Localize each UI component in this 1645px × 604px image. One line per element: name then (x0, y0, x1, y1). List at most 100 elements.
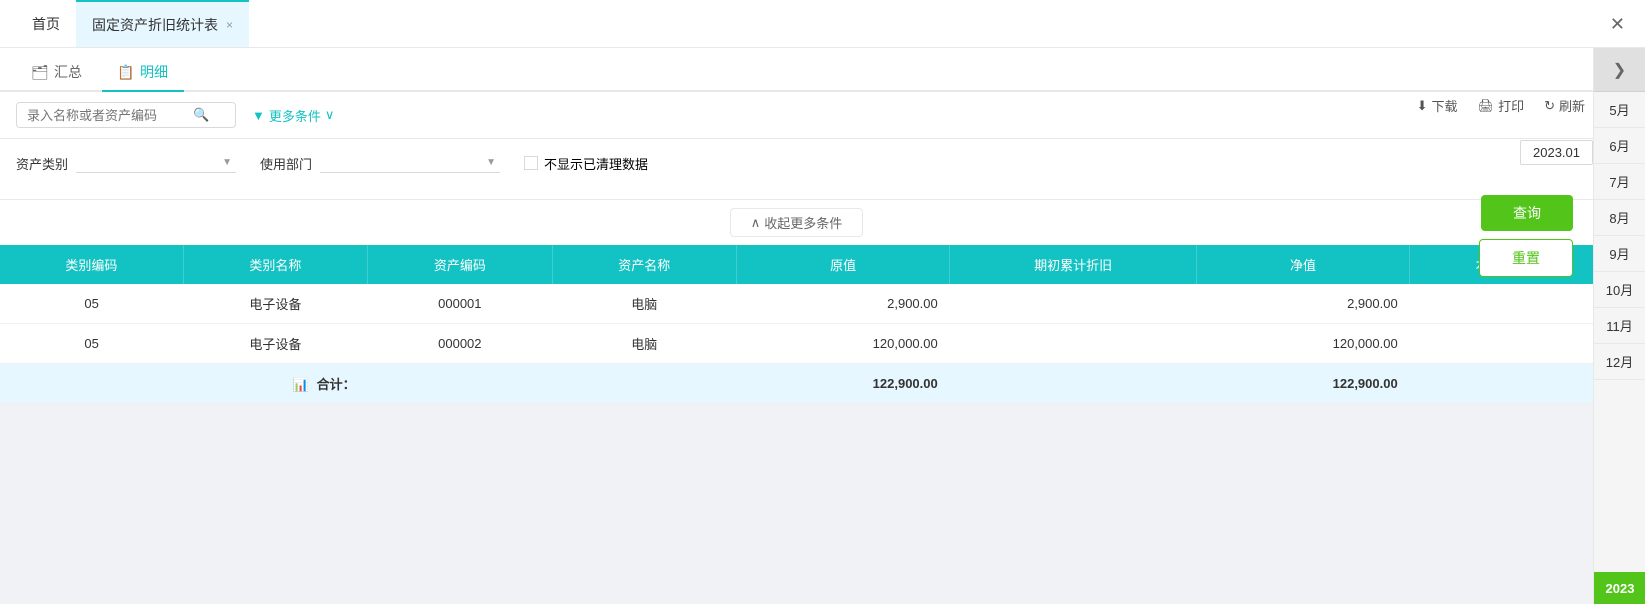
row2-original-value: 120,000.00 (736, 324, 949, 364)
print-label: 打印 (1498, 96, 1524, 115)
row1-net-value: 2,900.00 (1196, 284, 1409, 324)
more-conditions-button[interactable]: ▼ 更多条件 ∨ (252, 106, 334, 125)
asset-category-select[interactable]: ▼ (76, 153, 236, 173)
total-icon-symbol: 📊 (293, 377, 309, 392)
collapse-button[interactable]: ∧ 收起更多条件 (730, 208, 864, 237)
list-icon: 📋 (118, 64, 134, 80)
tab-close-icon[interactable]: × (226, 18, 233, 32)
table-header: 类别编码 类别名称 资产编码 资产名称 原值 期初累计折旧 净值 本期计提 (0, 245, 1593, 284)
search-input[interactable] (27, 108, 187, 123)
sidebar-month-12[interactable]: 12月 (1594, 344, 1645, 380)
print-button[interactable]: 🖨 打印 (1478, 96, 1525, 115)
total-empty1 (368, 364, 552, 404)
asset-category-arrow: ▼ (222, 157, 232, 168)
row2-asset-name: 电脑 (552, 324, 736, 364)
row1-accumulated-depreciation (950, 284, 1197, 324)
month-8-label: 8月 (1609, 208, 1629, 227)
tab-detail[interactable]: 📋 明细 (102, 54, 184, 92)
col-net-value: 净值 (1196, 245, 1409, 284)
home-tab[interactable]: 首页 (16, 0, 76, 47)
top-nav: 首页 固定资产折旧统计表 × ✕ (0, 0, 1645, 48)
row2-category-name: 电子设备 (183, 324, 367, 364)
tab-summary-label: 汇总 (54, 62, 82, 82)
fixed-assets-tab[interactable]: 固定资产折旧统计表 × (76, 0, 249, 47)
download-icon: ⬇ (1417, 98, 1428, 114)
row1-category-name: 电子设备 (183, 284, 367, 324)
reset-button[interactable]: 重置 (1479, 239, 1573, 277)
col-category-code: 类别编码 (0, 245, 183, 284)
month-5-label: 5月 (1609, 100, 1629, 119)
sidebar-month-5[interactable]: 5月 (1594, 92, 1645, 128)
row1-asset-name: 电脑 (552, 284, 736, 324)
col-asset-code: 资产编码 (368, 245, 552, 284)
row1-asset-code: 000001 (368, 284, 552, 324)
month-9-label: 9月 (1609, 244, 1629, 263)
table-row: 05 电子设备 000001 电脑 2,900.00 2,900.00 (0, 284, 1593, 324)
refresh-label: 刷新 (1559, 96, 1585, 115)
department-select[interactable]: ▼ (320, 153, 500, 173)
row1-current-depreciation (1410, 284, 1593, 324)
sidebar-month-10[interactable]: 10月 (1594, 272, 1645, 308)
refresh-button[interactable]: ↻ 刷新 (1544, 96, 1585, 115)
filter-section: 资产类别 ▼ 使用部门 ▼ 不显示已清理数据 (0, 139, 1593, 200)
month-7-label: 7月 (1609, 172, 1629, 191)
collapse-icon: ∧ (751, 215, 761, 231)
collapse-label: 收起更多条件 (764, 213, 842, 232)
query-button[interactable]: 查询 (1481, 195, 1573, 231)
right-sidebar: ❯ 5月 6月 7月 8月 9月 10月 11月 12月 2023 (1593, 48, 1645, 604)
more-conditions-label: 更多条件 (269, 106, 321, 125)
tab-title: 固定资产折旧统计表 (92, 15, 218, 35)
search-icon: 🔍 (193, 107, 209, 123)
sidebar-expand-button[interactable]: ❯ (1594, 48, 1645, 92)
month-11-label: 11月 (1606, 316, 1633, 335)
filter-row: 资产类别 ▼ 使用部门 ▼ 不显示已清理数据 (16, 153, 1577, 173)
collapse-section: ∧ 收起更多条件 类别编码 类别名称 资产编码 资产名称 原值 期初累计折旧 净… (0, 200, 1593, 404)
hide-cleared-label: 不显示已清理数据 (544, 154, 648, 173)
filter-actions: 查询 重置 (1479, 195, 1573, 277)
total-current-depreciation (1410, 364, 1593, 404)
sidebar-month-9[interactable]: 9月 (1594, 236, 1645, 272)
date-display-value: 2023.01 (1533, 145, 1580, 160)
search-bar: 🔍 ▼ 更多条件 ∨ (0, 92, 1593, 139)
sidebar-month-7[interactable]: 7月 (1594, 164, 1645, 200)
year-badge[interactable]: 2023 (1594, 572, 1645, 604)
department-value (324, 155, 328, 170)
col-original-value: 原值 (736, 245, 949, 284)
table-row: 05 电子设备 000002 电脑 120,000.00 120,000.00 (0, 324, 1593, 364)
print-icon: 🖨 (1478, 98, 1495, 114)
chevron-down-icon: ∨ (325, 107, 335, 123)
row1-original-value: 2,900.00 (736, 284, 949, 324)
row2-current-depreciation (1410, 324, 1593, 364)
download-label: 下载 (1432, 96, 1458, 115)
total-row: 📊 合计： 122,900.00 122,900.00 (0, 364, 1593, 404)
data-table: 类别编码 类别名称 资产编码 资产名称 原值 期初累计折旧 净值 本期计提 05… (0, 245, 1593, 404)
layers-icon: 🗂 (32, 64, 48, 80)
tab-detail-label: 明细 (140, 62, 168, 82)
department-filter: 使用部门 ▼ (260, 153, 500, 173)
arrow-icon: ❯ (1613, 60, 1626, 80)
row2-category-code: 05 (0, 324, 183, 364)
sidebar-month-6[interactable]: 6月 (1594, 128, 1645, 164)
month-6-label: 6月 (1609, 136, 1629, 155)
tab-bar: 🗂 汇总 📋 明细 ⬇ 下载 🖨 打印 ↻ 刷新 (0, 48, 1593, 92)
total-icon: 📊 合计： (0, 364, 368, 404)
sidebar-month-8[interactable]: 8月 (1594, 200, 1645, 236)
total-original-value: 122,900.00 (736, 364, 949, 404)
table-body: 05 电子设备 000001 电脑 2,900.00 2,900.00 05 电… (0, 284, 1593, 404)
sidebar-month-11[interactable]: 11月 (1594, 308, 1645, 344)
department-arrow: ▼ (486, 157, 496, 168)
row1-category-code: 05 (0, 284, 183, 324)
window-close-button[interactable]: ✕ (1610, 14, 1625, 35)
month-10-label: 10月 (1606, 280, 1633, 299)
department-label: 使用部门 (260, 154, 312, 173)
download-button[interactable]: ⬇ 下载 (1417, 96, 1458, 115)
tab-summary[interactable]: 🗂 汇总 (16, 54, 98, 92)
checkbox-box[interactable] (524, 156, 538, 170)
search-input-wrap[interactable]: 🔍 (16, 102, 236, 128)
asset-category-filter: 资产类别 ▼ (16, 153, 236, 173)
col-accumulated-depreciation: 期初累计折旧 (950, 245, 1197, 284)
hide-cleared-checkbox[interactable]: 不显示已清理数据 (524, 154, 648, 173)
header-row: 类别编码 类别名称 资产编码 资产名称 原值 期初累计折旧 净值 本期计提 (0, 245, 1593, 284)
asset-category-label: 资产类别 (16, 154, 68, 173)
total-empty2 (552, 364, 736, 404)
